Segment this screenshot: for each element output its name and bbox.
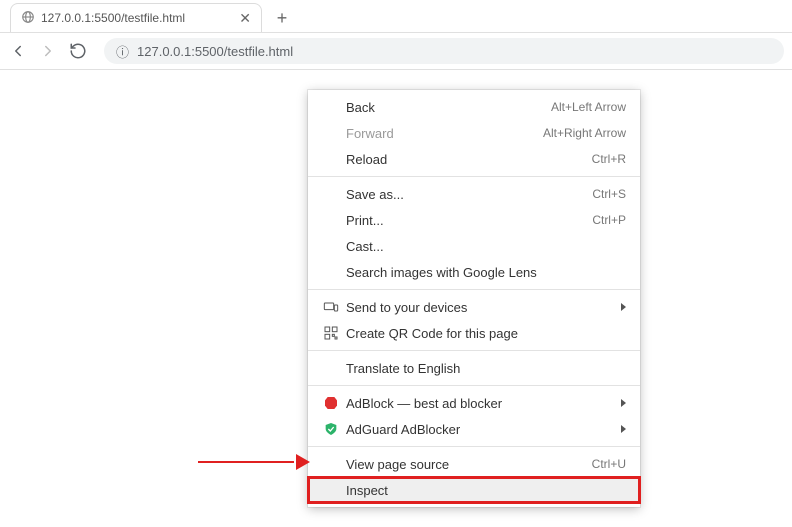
menu-separator (308, 289, 640, 290)
back-button[interactable] (8, 41, 28, 61)
menu-separator (308, 385, 640, 386)
menu-item-adblock[interactable]: AdBlock — best ad blocker (308, 390, 640, 416)
reload-button[interactable] (68, 41, 88, 61)
tab-strip: 127.0.0.1:5500/testfile.html ✕ + (0, 0, 792, 32)
context-menu: Back Alt+Left Arrow Forward Alt+Right Ar… (308, 90, 640, 507)
forward-button[interactable] (38, 41, 58, 61)
reload-icon (69, 42, 87, 60)
chevron-right-icon (621, 425, 626, 433)
arrow-right-icon (39, 42, 57, 60)
devices-icon (320, 299, 342, 315)
globe-icon (21, 10, 35, 27)
menu-separator (308, 446, 640, 447)
annotation-arrow (198, 450, 310, 474)
address-bar[interactable]: ⓘ 127.0.0.1:5500/testfile.html (104, 38, 784, 64)
menu-item-back[interactable]: Back Alt+Left Arrow (308, 94, 640, 120)
menu-item-print[interactable]: Print... Ctrl+P (308, 207, 640, 233)
arrow-left-icon (9, 42, 27, 60)
new-tab-button[interactable]: + (268, 4, 296, 32)
adguard-icon (320, 421, 342, 437)
toolbar: ⓘ 127.0.0.1:5500/testfile.html (0, 32, 792, 70)
browser-tab[interactable]: 127.0.0.1:5500/testfile.html ✕ (10, 3, 262, 32)
chevron-right-icon (621, 399, 626, 407)
info-icon: ⓘ (116, 42, 129, 61)
menu-item-translate[interactable]: Translate to English (308, 355, 640, 381)
menu-item-reload[interactable]: Reload Ctrl+R (308, 146, 640, 172)
close-icon[interactable]: ✕ (239, 10, 251, 27)
menu-item-cast[interactable]: Cast... (308, 233, 640, 259)
menu-item-adguard[interactable]: AdGuard AdBlocker (308, 416, 640, 442)
chevron-right-icon (621, 303, 626, 311)
menu-item-search-lens[interactable]: Search images with Google Lens (308, 259, 640, 285)
menu-separator (308, 176, 640, 177)
qr-icon (320, 325, 342, 341)
menu-item-inspect[interactable]: Inspect (308, 477, 640, 503)
menu-item-send-devices[interactable]: Send to your devices (308, 294, 640, 320)
adblock-icon (320, 395, 342, 411)
menu-item-forward[interactable]: Forward Alt+Right Arrow (308, 120, 640, 146)
menu-item-qr-code[interactable]: Create QR Code for this page (308, 320, 640, 346)
menu-separator (308, 350, 640, 351)
menu-item-save-as[interactable]: Save as... Ctrl+S (308, 181, 640, 207)
url-text: 127.0.0.1:5500/testfile.html (137, 44, 293, 59)
menu-item-view-source[interactable]: View page source Ctrl+U (308, 451, 640, 477)
tab-title: 127.0.0.1:5500/testfile.html (41, 11, 235, 25)
